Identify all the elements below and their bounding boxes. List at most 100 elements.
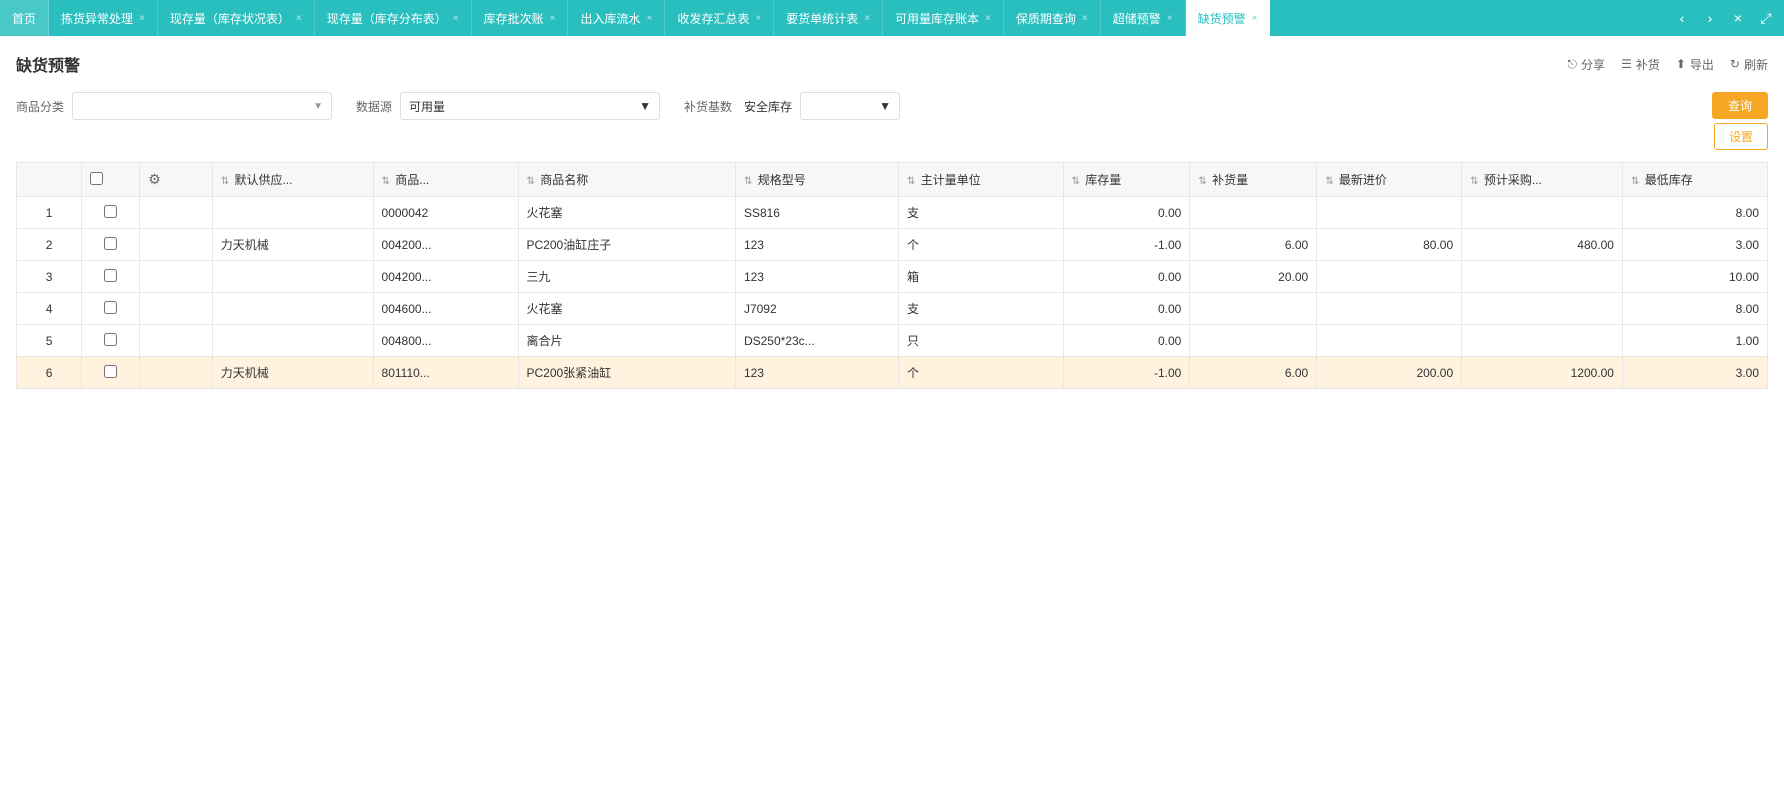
nav-tab-overstock-warning[interactable]: 超储预警 ×	[1101, 0, 1186, 36]
close-tab-stock-dist[interactable]: ×	[453, 13, 459, 24]
query-button[interactable]: 查询	[1712, 92, 1768, 119]
export-button[interactable]: ⬆ 导出	[1676, 56, 1714, 73]
cell-stock-3: 0.00	[1063, 293, 1190, 325]
close-tab-demand-stats[interactable]: ×	[864, 13, 870, 24]
close-tab-stockout-warning[interactable]: ×	[1252, 13, 1258, 24]
table-row: 5 004800... 离合片 DS250*23c... 只 0.00 1.00	[17, 325, 1768, 357]
cell-code-0: 0000042	[373, 197, 518, 229]
basis-filter-value: 安全库存	[744, 98, 792, 115]
close-tab-expiry-query[interactable]: ×	[1082, 13, 1088, 24]
nav-tab-expiry-query[interactable]: 保质期查询 ×	[1004, 0, 1101, 36]
nav-tab-stock-status[interactable]: 现存量（库存状况表） ×	[158, 0, 315, 36]
datasource-select[interactable]: 可用量 ▼	[400, 92, 660, 120]
cell-code-2: 004200...	[373, 261, 518, 293]
table-row: 6 力天机械 801110... PC200张紧油缸 123 个 -1.00 6…	[17, 357, 1768, 389]
cell-num-4: 5	[17, 325, 82, 357]
sort-stock-icon: ⇅	[1072, 176, 1080, 187]
close-tab-overstock-warning[interactable]: ×	[1167, 13, 1173, 24]
close-tab-inout-flow[interactable]: ×	[646, 13, 652, 24]
sort-price-icon: ⇅	[1325, 176, 1333, 187]
col-header-name[interactable]: ⇅ 商品名称	[518, 163, 735, 197]
cell-name-2: 三九	[518, 261, 735, 293]
sort-spec-icon: ⇅	[744, 176, 752, 187]
nav-tab-stockout-warning[interactable]: 缺货预警 ×	[1186, 0, 1271, 36]
nav-fullscreen-button[interactable]: ⤢	[1752, 4, 1780, 32]
col-header-estimated[interactable]: ⇅ 预计采购...	[1462, 163, 1623, 197]
basis-filter-label: 补货基数	[684, 98, 732, 115]
share-button[interactable]: ⎋ 分享	[1568, 56, 1606, 73]
nav-tab-home[interactable]: 首页	[0, 0, 49, 36]
category-select[interactable]: ▼	[72, 92, 332, 120]
cell-code-3: 004600...	[373, 293, 518, 325]
cell-unit-2: 箱	[899, 261, 1063, 293]
cell-stock-1: -1.00	[1063, 229, 1190, 261]
row-checkbox-1[interactable]	[104, 237, 117, 250]
cell-min-stock-0: 8.00	[1622, 197, 1767, 229]
close-tab-batch-account[interactable]: ×	[550, 13, 556, 24]
datasource-chevron-icon: ▼	[639, 99, 651, 113]
sort-code-icon: ⇅	[382, 176, 390, 187]
cell-check-0	[82, 197, 140, 229]
nav-tab-receipt-summary[interactable]: 收发存汇总表 ×	[665, 0, 774, 36]
cell-spec-3: J7092	[735, 293, 898, 325]
col-header-latest-price[interactable]: ⇅ 最新进价	[1317, 163, 1462, 197]
nav-close-button[interactable]: ×	[1724, 4, 1752, 32]
replenish-button[interactable]: ☰ 补货	[1621, 56, 1660, 73]
cell-estimated-2	[1462, 261, 1623, 293]
row-checkbox-4[interactable]	[104, 333, 117, 346]
nav-prev-button[interactable]: ‹	[1668, 4, 1696, 32]
replenish-icon: ☰	[1621, 57, 1632, 71]
close-tab-available-ledger[interactable]: ×	[985, 13, 991, 24]
nav-next-button[interactable]: ›	[1696, 4, 1724, 32]
row-checkbox-5[interactable]	[104, 365, 117, 378]
datasource-filter-label: 数据源	[356, 98, 392, 115]
select-all-checkbox[interactable]	[90, 172, 103, 185]
nav-tab-batch-account[interactable]: 库存批次账 ×	[472, 0, 569, 36]
cell-stock-5: -1.00	[1063, 357, 1190, 389]
nav-tab-demand-stats[interactable]: 要货单统计表 ×	[774, 0, 883, 36]
cell-settings-3	[140, 293, 212, 325]
basis-chevron-icon: ▼	[879, 99, 891, 113]
col-header-stock[interactable]: ⇅ 库存量	[1063, 163, 1190, 197]
row-checkbox-3[interactable]	[104, 301, 117, 314]
col-header-unit[interactable]: ⇅ 主计量单位	[899, 163, 1063, 197]
cell-check-3	[82, 293, 140, 325]
sort-replenish-icon: ⇅	[1198, 176, 1206, 187]
table-settings-icon[interactable]: ⚙	[148, 171, 161, 187]
refresh-button[interactable]: ↻ 刷新	[1730, 56, 1768, 73]
cell-supplier-1: 力天机械	[212, 229, 373, 261]
cell-spec-4: DS250*23c...	[735, 325, 898, 357]
nav-tab-inout-flow[interactable]: 出入库流水 ×	[568, 0, 665, 36]
cell-min-stock-5: 3.00	[1622, 357, 1767, 389]
cell-estimated-0	[1462, 197, 1623, 229]
nav-tab-stock-dist[interactable]: 现存量（库存分布表） ×	[315, 0, 472, 36]
row-checkbox-2[interactable]	[104, 269, 117, 282]
cell-min-stock-3: 8.00	[1622, 293, 1767, 325]
table-row: 1 0000042 火花塞 SS816 支 0.00 8.00	[17, 197, 1768, 229]
cell-name-0: 火花塞	[518, 197, 735, 229]
nav-tab-available-ledger[interactable]: 可用量库存账本 ×	[883, 0, 1004, 36]
close-tab-receipt-summary[interactable]: ×	[755, 13, 761, 24]
cell-code-5: 801110...	[373, 357, 518, 389]
nav-tab-exception[interactable]: 拣货异常处理 ×	[49, 0, 158, 36]
sort-min-stock-icon: ⇅	[1631, 176, 1639, 187]
sort-estimated-icon: ⇅	[1470, 176, 1478, 187]
table-header-row: ⚙ ⇅ 默认供应... ⇅ 商品... ⇅ 商品名称 ⇅ 规格型号	[17, 163, 1768, 197]
cell-spec-5: 123	[735, 357, 898, 389]
col-header-replenish[interactable]: ⇅ 补货量	[1190, 163, 1317, 197]
col-header-spec[interactable]: ⇅ 规格型号	[735, 163, 898, 197]
cell-supplier-4	[212, 325, 373, 357]
close-tab-stock-status[interactable]: ×	[296, 13, 302, 24]
cell-num-1: 2	[17, 229, 82, 261]
cell-estimated-4	[1462, 325, 1623, 357]
basis-select[interactable]: ▼	[800, 92, 900, 120]
col-header-supplier[interactable]: ⇅ 默认供应...	[212, 163, 373, 197]
settings-button[interactable]: 设置	[1714, 123, 1768, 150]
col-header-code[interactable]: ⇅ 商品...	[373, 163, 518, 197]
row-checkbox-0[interactable]	[104, 205, 117, 218]
close-tab-exception[interactable]: ×	[139, 13, 145, 24]
col-header-min-stock[interactable]: ⇅ 最低库存	[1622, 163, 1767, 197]
cell-name-3: 火花塞	[518, 293, 735, 325]
cell-min-stock-4: 1.00	[1622, 325, 1767, 357]
cell-settings-4	[140, 325, 212, 357]
